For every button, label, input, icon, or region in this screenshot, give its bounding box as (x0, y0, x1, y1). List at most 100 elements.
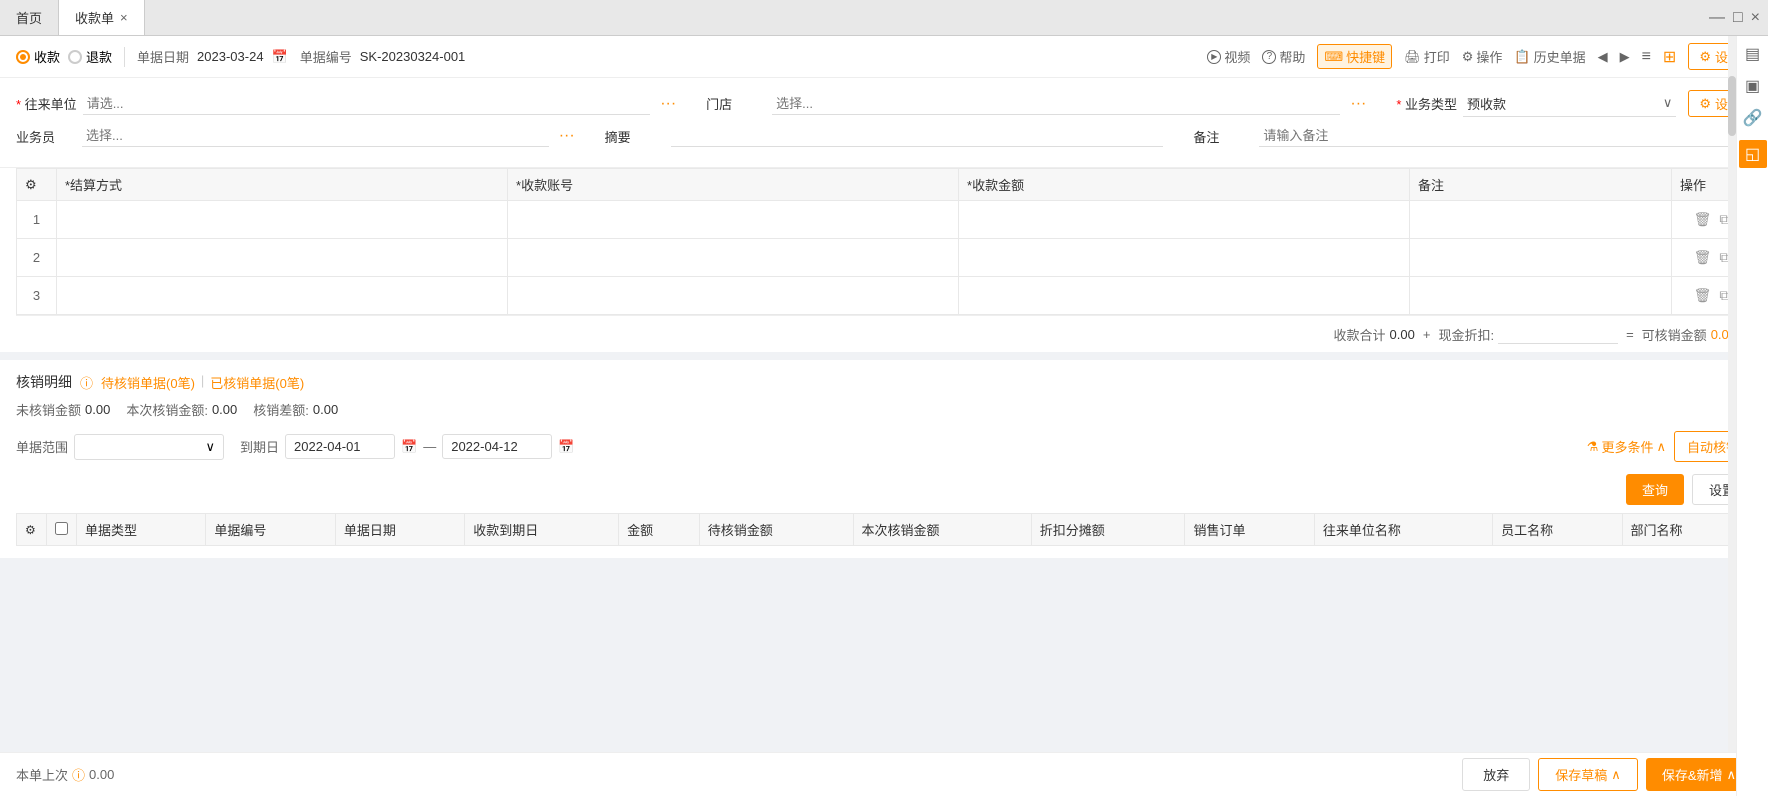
row-3-account[interactable] (508, 277, 959, 315)
more-conditions-btn[interactable]: ⚗ 更多条件 ∧ (1587, 437, 1666, 456)
scroll-bar[interactable] (1728, 36, 1736, 752)
tab-close-icon[interactable]: × (120, 10, 128, 25)
radio-shou[interactable]: 收款 (16, 47, 60, 66)
row-2-method[interactable] (57, 239, 508, 277)
uncancelled-stat: 未核销金额 0.00 (16, 400, 110, 419)
pending-tab-link[interactable]: 待核销单据(0笔) (101, 373, 195, 392)
range-label: 单据范围 (16, 437, 68, 456)
minimize-icon[interactable]: — (1709, 9, 1725, 27)
col-settings-hexiao[interactable]: ⚙ (17, 514, 47, 546)
nav-right-icon[interactable]: ▶ (1620, 49, 1630, 65)
staff-more-icon[interactable]: ··· (559, 127, 575, 145)
biz-type-select[interactable]: 预收款 ∨ (1463, 91, 1676, 117)
sidebar-expand-icon[interactable]: ◱ (1739, 140, 1767, 168)
maximize-icon[interactable]: □ (1733, 9, 1743, 27)
row-1-amount[interactable] (959, 201, 1410, 239)
range-select[interactable]: ∨ (74, 434, 224, 460)
operation-btn[interactable]: ⚙ 操作 (1462, 47, 1503, 66)
remark-label: 备注 (1193, 127, 1253, 146)
col-order-label: 销售订单 (1193, 523, 1245, 538)
staff-input[interactable] (82, 125, 549, 147)
summary-input[interactable] (671, 125, 1164, 147)
col-type-header: 单据类型 (77, 514, 206, 546)
save-draft-button[interactable]: 保存草稿 ∧ (1538, 758, 1638, 791)
radio-tui-label: 退款 (86, 47, 112, 66)
select-all-checkbox[interactable] (55, 522, 68, 535)
col-settings-header[interactable]: ⚙ (17, 169, 57, 201)
due-date-start-input[interactable] (285, 434, 395, 459)
tab-home[interactable]: 首页 (0, 0, 58, 35)
footer-info-icon[interactable]: ⓘ (72, 765, 85, 784)
hexiao-info-icon[interactable]: ⓘ (80, 373, 93, 392)
nav-left-icon[interactable]: ◀ (1598, 49, 1608, 65)
tab-active[interactable]: 收款单 × (58, 0, 145, 35)
shortcut-btn[interactable]: ⌨ 快捷键 (1317, 44, 1392, 69)
sidebar-table-icon[interactable]: ▤ (1745, 44, 1760, 64)
row-2-delete-icon[interactable]: 🗑 (1694, 249, 1712, 266)
row-1-account[interactable] (508, 201, 959, 239)
sidebar-link-icon[interactable]: 🔗 (1743, 108, 1763, 128)
calendar-icon-date[interactable]: 📅 (272, 49, 288, 65)
history-btn[interactable]: 📋 历史单据 (1514, 47, 1585, 66)
row-3-remark[interactable] (1410, 277, 1672, 315)
shop-more-icon[interactable]: ··· (1350, 95, 1366, 113)
filter-left: 单据范围 ∨ 到期日 📅 — 📅 (16, 434, 574, 460)
last-value: 0.00 (89, 767, 114, 782)
col-current-header: 本次核销金额 (853, 514, 1031, 546)
col-checkbox-header[interactable] (47, 514, 77, 546)
video-btn[interactable]: ▶ 视频 (1207, 47, 1250, 66)
operation-icon: ⚙ (1462, 49, 1474, 65)
range-filter: 单据范围 ∨ (16, 434, 224, 460)
row-3-method[interactable] (57, 277, 508, 315)
menu-icon[interactable]: ≡ (1642, 48, 1651, 66)
due-date-end-input[interactable] (442, 434, 552, 459)
remark-input[interactable] (1259, 125, 1752, 147)
hexiao-header-row: ⚙ 单据类型 单据编号 单据日期 收款到期日 金额 待核销金额 本次核销金额 折… (17, 514, 1752, 546)
biz-type-field: 业务类型 预收款 ∨ (1396, 91, 1676, 117)
col-pending-label: 待核销金额 (708, 523, 773, 538)
shop-input[interactable] (772, 93, 1340, 115)
col-discount-label: 折扣分摊额 (1040, 523, 1105, 538)
calendar-start-icon[interactable]: 📅 (401, 439, 417, 455)
close-window-icon[interactable]: × (1751, 9, 1760, 27)
due-date-filter: 到期日 📅 — 📅 (240, 434, 574, 459)
col-account-header: *收款账号 (508, 169, 959, 201)
col-current-label: 本次核销金额 (862, 523, 940, 538)
row-1-method[interactable] (57, 201, 508, 239)
filter-row: 单据范围 ∨ 到期日 📅 — 📅 ⚗ 更多条件 ∧ (16, 431, 1752, 462)
col-dept-label: 部门名称 (1631, 523, 1683, 538)
divider-1 (124, 47, 125, 67)
row-1-remark[interactable] (1410, 201, 1672, 239)
col-amount-header: 金额 (619, 514, 700, 546)
form-gear-icon: ⚙ (1699, 96, 1711, 112)
counterpart-label: 往来单位 (16, 94, 77, 113)
scroll-thumb[interactable] (1728, 76, 1736, 136)
staff-label: 业务员 (16, 127, 76, 146)
grid-settings-icon[interactable]: ⊞ (1663, 47, 1676, 67)
tab-active-label: 收款单 (75, 8, 114, 27)
sidebar-grid-icon[interactable]: ▣ (1745, 76, 1760, 96)
query-button[interactable]: 查询 (1626, 474, 1684, 505)
counterpart-more-icon[interactable]: ··· (660, 95, 676, 113)
done-tab-link[interactable]: 已核销单据(0笔) (210, 373, 304, 392)
radio-tui[interactable]: 退款 (68, 47, 112, 66)
counterpart-input[interactable] (83, 93, 651, 115)
abandon-button[interactable]: 放弃 (1462, 758, 1530, 791)
footer: 本单上次 ⓘ 0.00 放弃 保存草稿 ∧ 保存&新增 ∧ (0, 752, 1768, 796)
filter-chevron-icon: ∧ (1656, 439, 1666, 455)
print-btn[interactable]: 🖨 打印 (1404, 47, 1450, 66)
row-3-amount[interactable] (959, 277, 1410, 315)
row-2-remark[interactable] (1410, 239, 1672, 277)
calendar-end-icon[interactable]: 📅 (558, 439, 574, 455)
payment-table: ⚙ *结算方式 *收款账号 *收款金额 备注 操作 (16, 168, 1752, 315)
help-btn[interactable]: ? 帮助 (1262, 47, 1305, 66)
discount-input[interactable] (1498, 324, 1618, 344)
col-date-label: 单据日期 (344, 523, 396, 538)
row-3-num: 3 (17, 277, 57, 315)
row-1-delete-icon[interactable]: 🗑 (1694, 211, 1712, 228)
hexiao-tab-links: 待核销单据(0笔) | 已核销单据(0笔) (101, 373, 304, 392)
row-2-amount[interactable] (959, 239, 1410, 277)
row-2-account[interactable] (508, 239, 959, 277)
due-date-label: 到期日 (240, 437, 279, 456)
row-3-delete-icon[interactable]: 🗑 (1694, 287, 1712, 304)
